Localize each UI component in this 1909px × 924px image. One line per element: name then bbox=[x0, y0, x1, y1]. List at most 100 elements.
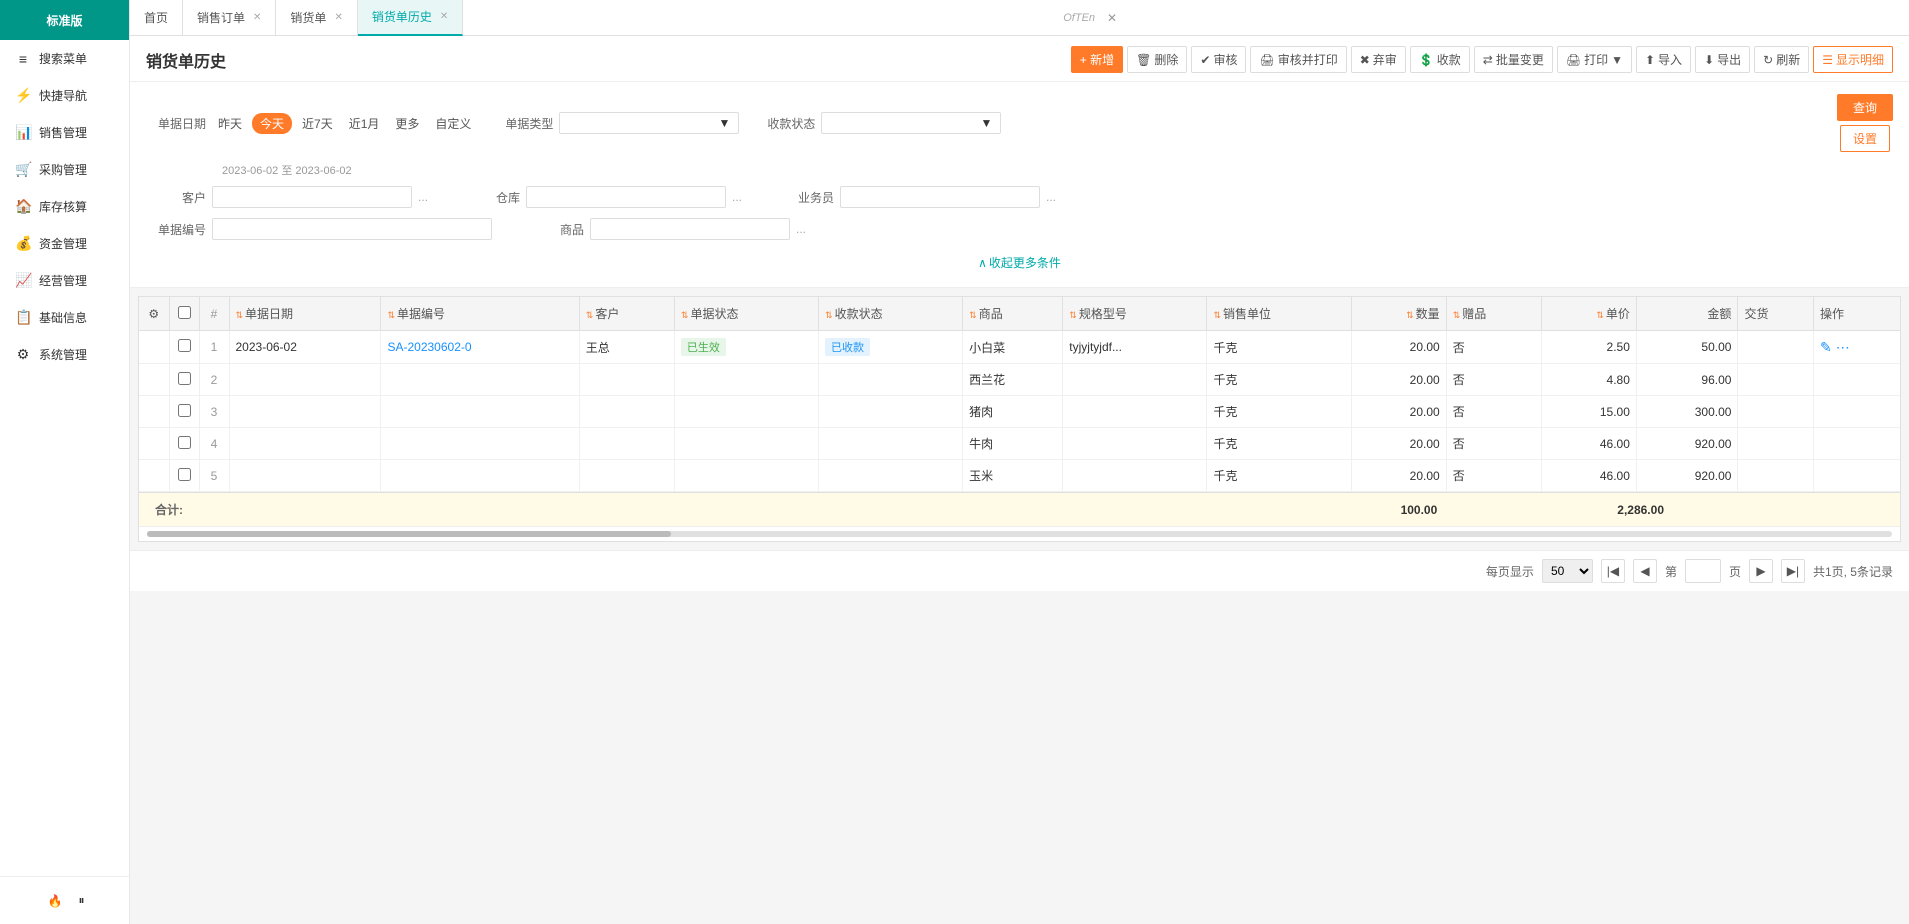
shortcut-custom[interactable]: 自定义 bbox=[429, 113, 477, 134]
collapse-btn[interactable]: ∧ 收起更多条件 bbox=[978, 250, 1061, 275]
row-checkbox-3[interactable] bbox=[178, 436, 191, 449]
refresh-btn[interactable]: ↻ 刷新 bbox=[1754, 46, 1809, 73]
purchase-mgmt-icon: 🛒 bbox=[15, 161, 31, 178]
tab-home[interactable]: 首页 bbox=[130, 0, 183, 36]
row-collect-status bbox=[819, 396, 963, 428]
row-checkbox-2[interactable] bbox=[178, 404, 191, 417]
row-check[interactable] bbox=[169, 396, 199, 428]
row-delivery bbox=[1738, 428, 1814, 460]
collapse-up-icon: ∧ bbox=[978, 256, 987, 270]
salesman-dots[interactable]: ... bbox=[1046, 190, 1056, 204]
abandon-btn[interactable]: ✖ 弃审 bbox=[1351, 46, 1406, 73]
salesman-input[interactable] bbox=[840, 186, 1040, 208]
row-qty: 20.00 bbox=[1351, 460, 1446, 492]
total-info: 共1页, 5条记录 bbox=[1813, 563, 1893, 580]
shortcut-today[interactable]: 今天 bbox=[252, 113, 292, 134]
sidebar-item-search-menu[interactable]: ≡ 搜索菜单 bbox=[0, 40, 129, 77]
col-goods[interactable]: ⇅商品 bbox=[963, 297, 1063, 331]
horizontal-scrollbar[interactable] bbox=[139, 526, 1900, 541]
col-qty[interactable]: ⇅数量 bbox=[1351, 297, 1446, 331]
query-btn[interactable]: 查询 bbox=[1837, 94, 1893, 121]
tab-sales-order[interactable]: 销售订单 ✕ bbox=[183, 0, 276, 36]
first-page-btn[interactable]: |◀ bbox=[1601, 559, 1625, 583]
shortcut-7days[interactable]: 近7天 bbox=[296, 113, 339, 134]
doc-no-link[interactable]: SA-20230602-0 bbox=[387, 340, 471, 354]
per-page-select[interactable]: 50 100 bbox=[1542, 559, 1593, 583]
next-page-btn[interactable]: ▶ bbox=[1749, 559, 1773, 583]
shortcut-1month[interactable]: 近1月 bbox=[343, 113, 386, 134]
page-number-input[interactable]: 1 bbox=[1685, 559, 1721, 583]
warehouse-dots[interactable]: ... bbox=[732, 190, 742, 204]
sidebar-item-inventory[interactable]: 🏠 库存核算 bbox=[0, 188, 129, 225]
tab-sales-delivery-close[interactable]: ✕ bbox=[334, 12, 342, 23]
delete-btn[interactable]: 🗑 删除 bbox=[1127, 46, 1187, 73]
doc-no-input[interactable] bbox=[212, 218, 492, 240]
tab-sales-history[interactable]: 销货单历史 ✕ bbox=[358, 0, 463, 36]
collect-status-select[interactable]: ▼ bbox=[821, 112, 1001, 134]
shortcut-more[interactable]: 更多 bbox=[389, 113, 425, 134]
scrollbar-thumb[interactable] bbox=[147, 531, 671, 537]
sidebar-item-sales-mgmt[interactable]: 📊 销售管理 bbox=[0, 114, 129, 151]
col-collect-status[interactable]: ⇅收款状态 bbox=[819, 297, 963, 331]
col-settings[interactable]: ⚙ bbox=[139, 297, 169, 331]
col-doc-no[interactable]: ⇅单据编号 bbox=[381, 297, 579, 331]
close-all-btn[interactable]: ✕ bbox=[1107, 11, 1117, 25]
new-btn[interactable]: + 新增 bbox=[1071, 46, 1123, 73]
row-settings bbox=[139, 396, 169, 428]
row-checkbox-1[interactable] bbox=[178, 372, 191, 385]
col-spec[interactable]: ⇅规格型号 bbox=[1063, 297, 1207, 331]
customer-dots[interactable]: ... bbox=[418, 190, 428, 204]
sidebar-user-btn[interactable]: 🔥 ⏸ bbox=[0, 885, 129, 916]
col-gift[interactable]: ⇅赠品 bbox=[1446, 297, 1541, 331]
prev-page-btn[interactable]: ◀ bbox=[1633, 559, 1657, 583]
export-icon: ⬇ bbox=[1704, 53, 1714, 67]
row-price: 2.50 bbox=[1541, 331, 1636, 364]
col-unit[interactable]: ⇅销售单位 bbox=[1207, 297, 1351, 331]
goods-dots[interactable]: ... bbox=[796, 222, 806, 236]
display-btn[interactable]: ☰ 显示明细 bbox=[1813, 46, 1893, 73]
col-price[interactable]: ⇅单价 bbox=[1541, 297, 1636, 331]
row-check[interactable] bbox=[169, 364, 199, 396]
sidebar-item-finance-mgmt[interactable]: 💰 资金管理 bbox=[0, 225, 129, 262]
edit-action-btn[interactable]: ✎ bbox=[1820, 339, 1832, 356]
row-check[interactable] bbox=[169, 460, 199, 492]
col-customer[interactable]: ⇅客户 bbox=[579, 297, 674, 331]
tab-sales-delivery[interactable]: 销货单 ✕ bbox=[276, 0, 357, 36]
content-area: 销货单历史 + 新增 🗑 删除 ✔ 审核 🖨 审核并打印 ✖ 弃审 bbox=[130, 36, 1909, 924]
row-doc-no[interactable]: SA-20230602-0 bbox=[381, 331, 579, 364]
col-doc-status[interactable]: ⇅单据状态 bbox=[674, 297, 818, 331]
sidebar-item-operation-mgmt[interactable]: 📈 经营管理 bbox=[0, 262, 129, 299]
row-customer bbox=[579, 396, 674, 428]
collect-btn[interactable]: 💲 收款 bbox=[1410, 46, 1470, 73]
doc-type-select[interactable]: ▼ bbox=[559, 112, 739, 134]
sidebar-item-purchase-mgmt[interactable]: 🛒 采购管理 bbox=[0, 151, 129, 188]
sidebar-item-quick-nav[interactable]: ⚡ 快捷导航 bbox=[0, 77, 129, 114]
col-amount[interactable]: 金额 bbox=[1636, 297, 1738, 331]
export-btn[interactable]: ⬇ 导出 bbox=[1695, 46, 1750, 73]
row-checkbox-0[interactable] bbox=[178, 339, 191, 352]
row-check[interactable] bbox=[169, 331, 199, 364]
row-delivery bbox=[1738, 364, 1814, 396]
last-page-btn[interactable]: ▶| bbox=[1781, 559, 1805, 583]
shortcut-yesterday[interactable]: 昨天 bbox=[212, 113, 248, 134]
goods-input[interactable] bbox=[590, 218, 790, 240]
audit-print-btn[interactable]: 🖨 审核并打印 bbox=[1250, 46, 1346, 73]
filter-settings-btn[interactable]: 设置 bbox=[1840, 125, 1890, 152]
row-check[interactable] bbox=[169, 428, 199, 460]
row-checkbox-4[interactable] bbox=[178, 468, 191, 481]
select-all-checkbox[interactable] bbox=[178, 306, 191, 319]
row-delivery bbox=[1738, 396, 1814, 428]
tab-sales-order-close[interactable]: ✕ bbox=[253, 12, 261, 23]
user-icon: 🔥 bbox=[48, 894, 63, 908]
col-date[interactable]: ⇅单据日期 bbox=[229, 297, 381, 331]
customer-input[interactable] bbox=[212, 186, 412, 208]
audit-btn[interactable]: ✔ 审核 bbox=[1191, 46, 1246, 73]
import-btn[interactable]: ⬆ 导入 bbox=[1636, 46, 1691, 73]
batch-change-btn[interactable]: ⇄ 批量变更 bbox=[1474, 46, 1553, 73]
sidebar-item-sys-mgmt[interactable]: ⚙ 系统管理 bbox=[0, 336, 129, 373]
print-btn[interactable]: 🖨 打印 ▼ bbox=[1557, 46, 1632, 73]
more-action-btn[interactable]: ⋯ bbox=[1836, 339, 1850, 356]
tab-sales-history-close[interactable]: ✕ bbox=[440, 11, 448, 22]
sidebar-item-base-info[interactable]: 📋 基础信息 bbox=[0, 299, 129, 336]
warehouse-input[interactable] bbox=[526, 186, 726, 208]
